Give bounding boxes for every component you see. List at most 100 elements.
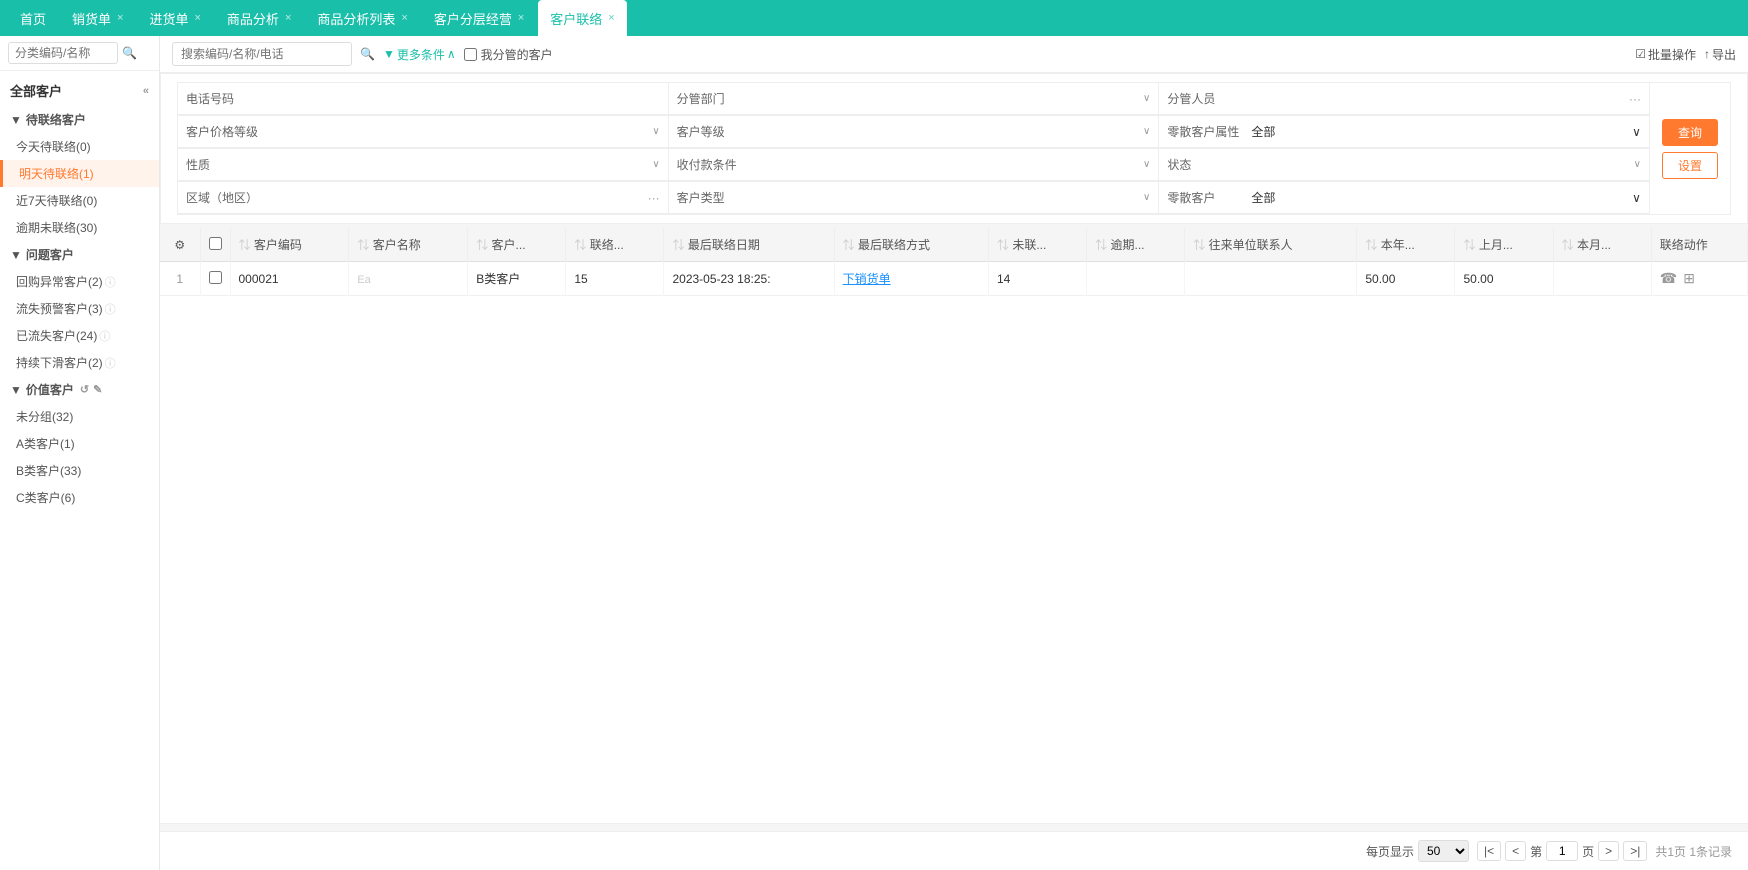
- col-code-header: ⇅ 客户编码: [230, 228, 349, 262]
- per-page-select[interactable]: 50 100 200: [1418, 840, 1469, 862]
- row-last-method-link[interactable]: 下销货单: [843, 272, 891, 286]
- sidebar-ungrouped[interactable]: 未分组(32): [0, 403, 159, 430]
- sidebar-search-input[interactable]: [8, 42, 118, 64]
- toolbar-search-icon[interactable]: 🔍: [360, 47, 375, 61]
- refresh-icon[interactable]: ↺: [80, 383, 89, 396]
- sort-icon-cc: ⇅: [574, 238, 586, 252]
- close-sales-icon[interactable]: ×: [117, 12, 123, 24]
- first-page-btn[interactable]: |<: [1477, 841, 1501, 861]
- sort-icon-lm: ⇅: [843, 238, 855, 252]
- sidebar-today-pending[interactable]: 今天待联络(0): [0, 133, 159, 160]
- sidebar-repurchase-abnormal[interactable]: 回购异常客户(2) ⓘ: [0, 268, 159, 295]
- filter-scatter-cust-arrow-icon[interactable]: ∨: [1632, 191, 1641, 205]
- row-checkbox[interactable]: [209, 271, 222, 284]
- filter-region: 区域（地区） ···: [178, 182, 669, 214]
- sort-icon-cp: ⇅: [1193, 238, 1205, 252]
- row-checkbox-cell: [200, 262, 230, 296]
- sidebar-churned[interactable]: 已流失客户(24) ⓘ: [0, 322, 159, 349]
- nav-purchase[interactable]: 进货单 ×: [137, 0, 212, 36]
- toolbar-search-input[interactable]: [172, 42, 352, 66]
- nav-analysis-list[interactable]: 商品分析列表 ×: [305, 0, 419, 36]
- filter-cust-type-select[interactable]: ∨: [757, 192, 1151, 203]
- sidebar-overdue-pending[interactable]: 逾期未联络(30): [0, 214, 159, 241]
- sort-icon-od: ⇅: [1095, 238, 1107, 252]
- sidebar-collapse-icon[interactable]: «: [143, 85, 149, 97]
- sidebar: 🔍 全部客户 « ▼ 待联络客户 今天待联络(0) 明天待联络(1) 近7天待联…: [0, 36, 160, 870]
- filter-region-dots-icon[interactable]: ···: [648, 191, 660, 205]
- filter-scatter-attr-arrow-icon[interactable]: ∨: [1632, 125, 1641, 139]
- next-page-btn[interactable]: >: [1598, 841, 1619, 861]
- col-type-header: ⇅ 客户...: [468, 228, 566, 262]
- last-page-btn[interactable]: >|: [1623, 841, 1647, 861]
- nav-customer-tier[interactable]: 客户分层经营 ×: [422, 0, 536, 36]
- col-last-month-header: ⇅ 上月...: [1455, 228, 1553, 262]
- info-icon-3: ⓘ: [105, 355, 116, 371]
- row-action-contact-icon[interactable]: ☎: [1660, 270, 1677, 287]
- info-icon-1: ⓘ: [105, 301, 116, 317]
- table-row: 1 000021 Ea B类客户 15 2023-05-23 18:25: 下销…: [160, 262, 1748, 296]
- col-contact-person-header: ⇅ 往来单位联系人: [1185, 228, 1357, 262]
- nav-home[interactable]: 首页: [8, 0, 58, 36]
- filter-payment-select[interactable]: ∨: [757, 159, 1151, 170]
- filter-status-arrow-icon: ∨: [1634, 159, 1641, 170]
- filter-price-level-select[interactable]: ∨: [266, 126, 660, 137]
- row-action-more-icon[interactable]: ⊞: [1683, 270, 1695, 287]
- bottom-scrollbar[interactable]: [160, 823, 1748, 831]
- sidebar-declining[interactable]: 持续下滑客户(2) ⓘ: [0, 349, 159, 376]
- sidebar-all-customers[interactable]: 全部客户 «: [0, 75, 159, 106]
- close-purchase-icon[interactable]: ×: [194, 12, 200, 24]
- close-customer-contact-icon[interactable]: ×: [608, 12, 614, 24]
- col-checkbox-header[interactable]: [200, 228, 230, 262]
- toolbar-filter-btn[interactable]: ▼ 更多条件 ∧: [383, 46, 456, 63]
- filter-manager-dots-icon[interactable]: ···: [1629, 92, 1641, 106]
- filter-status: 状态 ∨: [1159, 149, 1649, 181]
- nav-customer-contact[interactable]: 客户联络 ×: [538, 0, 626, 36]
- row-uncontacted: 14: [988, 262, 1086, 296]
- sidebar-tomorrow-pending[interactable]: 明天待联络(1): [0, 160, 159, 187]
- row-name-masked: Ea: [357, 274, 370, 286]
- close-analysis-icon[interactable]: ×: [285, 12, 291, 24]
- close-customer-tier-icon[interactable]: ×: [518, 12, 524, 24]
- select-all-checkbox[interactable]: [209, 237, 222, 250]
- export-btn[interactable]: ↑ 导出: [1704, 46, 1736, 63]
- sidebar-b-class[interactable]: B类客户(33): [0, 457, 159, 484]
- sort-icon-type: ⇅: [476, 238, 488, 252]
- sort-icon-ly: ⇅: [1463, 238, 1475, 252]
- filter-status-select[interactable]: ∨: [1247, 159, 1641, 170]
- sidebar-a-class[interactable]: A类客户(1): [0, 430, 159, 457]
- prev-page-btn[interactable]: <: [1505, 841, 1526, 861]
- filter-payment: 收付款条件 ∨: [669, 149, 1160, 181]
- edit-icon[interactable]: ✎: [93, 383, 102, 396]
- sort-icon-ty: ⇅: [1365, 238, 1377, 252]
- my-customers-checkbox-label[interactable]: 我分管的客户: [464, 46, 553, 63]
- sidebar-7day-pending[interactable]: 近7天待联络(0): [0, 187, 159, 214]
- query-button[interactable]: 查询: [1662, 119, 1718, 146]
- setting-button[interactable]: 设置: [1662, 152, 1718, 179]
- nav-sales[interactable]: 销货单 ×: [60, 0, 135, 36]
- sidebar-c-class[interactable]: C类客户(6): [0, 484, 159, 511]
- filter-dept-select[interactable]: ∨: [757, 93, 1151, 104]
- table-footer: 每页显示 50 100 200 |< < 第 页 > >| 共1页 1条记录: [160, 831, 1748, 870]
- my-customers-checkbox[interactable]: [464, 48, 477, 61]
- batch-operation-btn[interactable]: ☑ 批量操作: [1635, 46, 1696, 63]
- nav-analysis[interactable]: 商品分析 ×: [215, 0, 303, 36]
- sidebar-group-problem[interactable]: ▼ 问题客户: [0, 241, 159, 268]
- sidebar-group-pending[interactable]: ▼ 待联络客户: [0, 106, 159, 133]
- page-prefix-label: 第: [1530, 843, 1542, 860]
- sidebar-group-value[interactable]: ▼ 价值客户 ↺ ✎: [0, 376, 159, 403]
- col-gear-header[interactable]: ⚙: [160, 228, 200, 262]
- info-icon-0: ⓘ: [105, 274, 116, 290]
- row-action-cell: ☎ ⊞: [1651, 262, 1747, 296]
- filter-customer-type: 客户类型 ∨: [669, 182, 1160, 214]
- filter-nature-select[interactable]: ∨: [266, 159, 660, 170]
- page-number-input[interactable]: [1546, 841, 1578, 861]
- toolbar: 🔍 ▼ 更多条件 ∧ 我分管的客户 ☑ 批量操作 ↑ 导出: [160, 36, 1748, 73]
- filter-price-level: 客户价格等级 ∨: [178, 116, 669, 148]
- sidebar-churn-warning[interactable]: 流失预警客户(3) ⓘ: [0, 295, 159, 322]
- filter-phone-input[interactable]: [266, 92, 660, 106]
- row-contact-person: [1185, 262, 1357, 296]
- filter-customer-level-select[interactable]: ∨: [757, 126, 1151, 137]
- sidebar-search-icon[interactable]: 🔍: [122, 46, 137, 60]
- close-analysis-list-icon[interactable]: ×: [401, 12, 407, 24]
- filter-customer-level: 客户等级 ∨: [669, 116, 1160, 148]
